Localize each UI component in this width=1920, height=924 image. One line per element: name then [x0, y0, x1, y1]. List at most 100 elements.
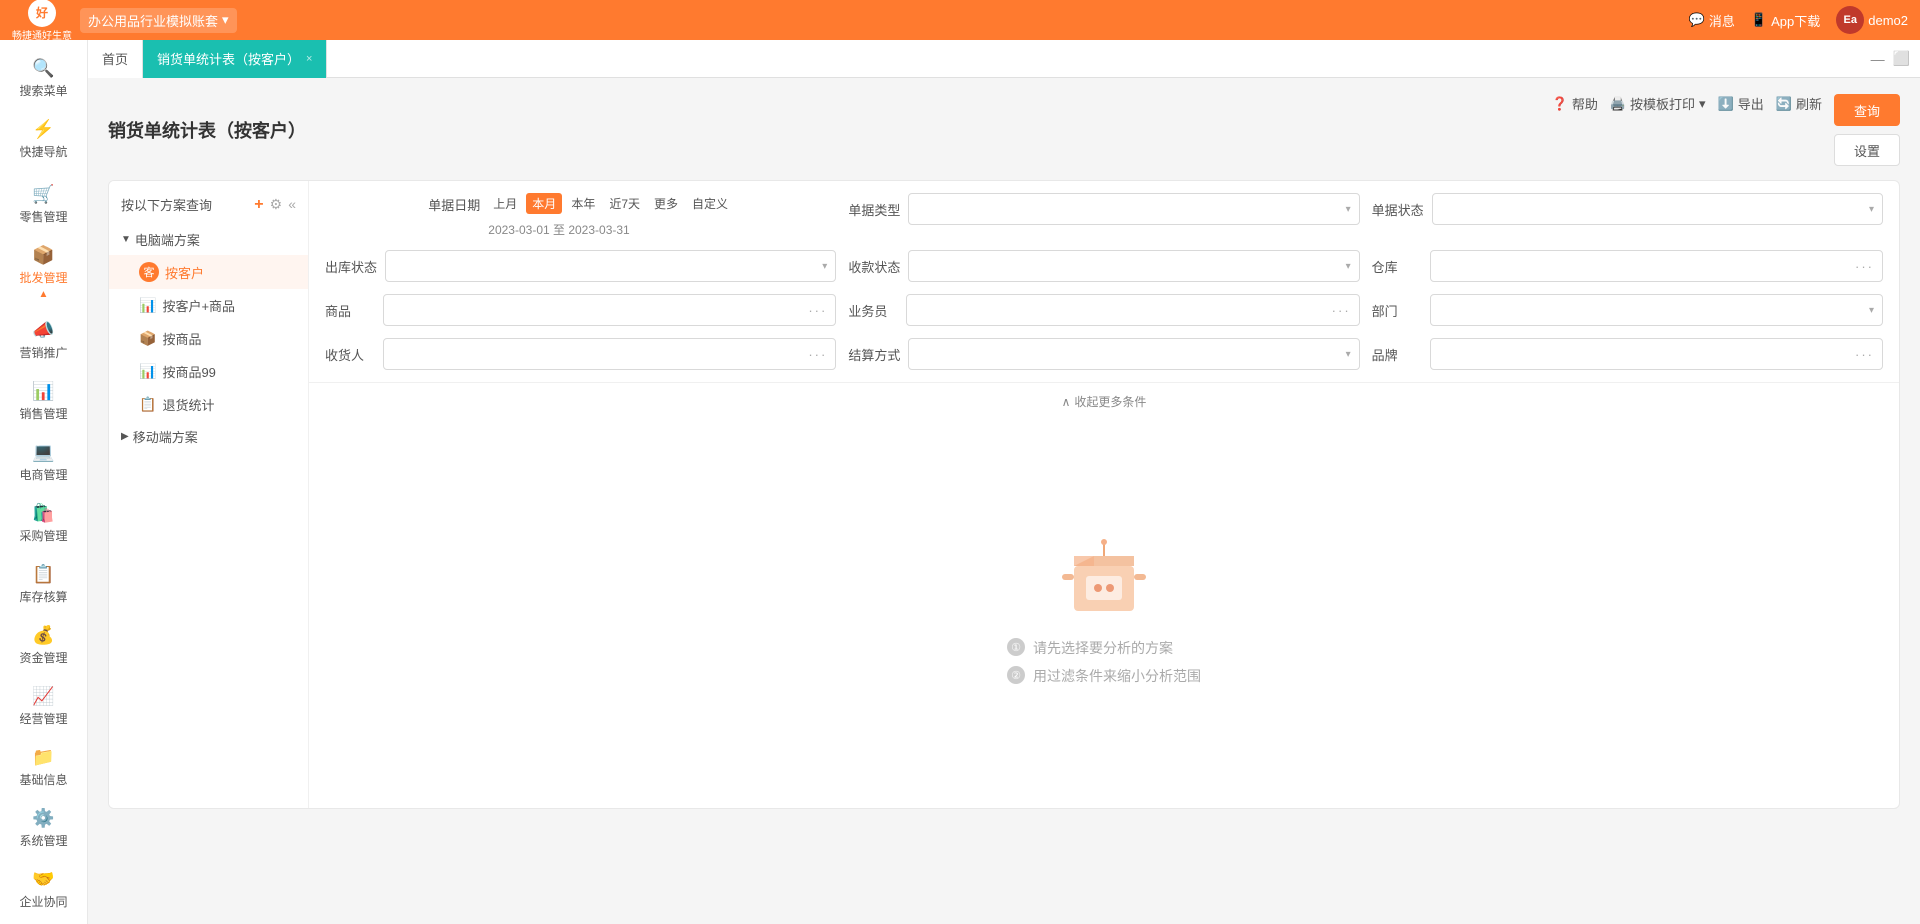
- refresh-button[interactable]: 🔄 刷新: [1776, 94, 1822, 113]
- sidebar-item-search-label: 搜索菜单: [19, 82, 67, 99]
- payment-select[interactable]: ▾: [908, 338, 1359, 370]
- basic-info-icon: 📁: [32, 747, 54, 768]
- doc-status-select[interactable]: ▾: [1432, 193, 1883, 225]
- empty-hints: ① 请先选择要分析的方案 ② 用过滤条件来缩小分析范围: [1007, 638, 1201, 686]
- minimize-icon[interactable]: —: [1871, 51, 1885, 67]
- date-tab-custom[interactable]: 自定义: [687, 193, 733, 214]
- sidebar-item-guide[interactable]: 🎯 新手引导: [0, 920, 87, 924]
- sidebar-item-ecommerce[interactable]: 💻 电商管理: [0, 432, 87, 493]
- expand-icon[interactable]: ⬜: [1893, 50, 1910, 67]
- sidebar-item-finance[interactable]: 💰 资金管理: [0, 615, 87, 676]
- purchase-icon: 🛍️: [32, 503, 54, 524]
- date-range: 2023-03-01 至 2023-03-31: [488, 221, 733, 238]
- staff-select[interactable]: ···: [906, 294, 1359, 326]
- empty-hint-1: ① 请先选择要分析的方案: [1007, 638, 1201, 658]
- export-label: 导出: [1738, 94, 1764, 113]
- avatar: Ea: [1836, 6, 1864, 34]
- goods-dots: ···: [808, 303, 827, 318]
- sidebar-item-cooperation[interactable]: 🤝 企业协同: [0, 859, 87, 920]
- sidebar-item-cooperation-label: 企业协同: [19, 893, 67, 910]
- help-button[interactable]: ❓ 帮助: [1552, 94, 1598, 113]
- export-icon: ⬇️: [1718, 96, 1734, 112]
- settings-button[interactable]: 设置: [1834, 134, 1900, 166]
- out-status-chevron-icon: ▾: [822, 261, 827, 272]
- refresh-icon: 🔄: [1776, 96, 1792, 112]
- sidebar-item-purchase[interactable]: 🛍️ 采购管理: [0, 493, 87, 554]
- empty-illustration: [1044, 526, 1164, 626]
- sidebar-item-wholesale[interactable]: 📦 批发管理 ▲: [0, 235, 87, 310]
- hint-num-2: ②: [1007, 666, 1025, 684]
- recipient-select[interactable]: ···: [383, 338, 836, 370]
- template-print-button[interactable]: 🖨️ 按模板打印 ▾: [1610, 94, 1706, 113]
- goods-select[interactable]: ···: [383, 294, 836, 326]
- scheme-group-desktop-title[interactable]: ▼ 电脑端方案: [109, 224, 308, 255]
- logo: 好 畅捷通好生意: [12, 0, 72, 42]
- help-icon: ❓: [1552, 96, 1568, 112]
- sidebar-item-quick-nav-label: 快捷导航: [19, 143, 67, 160]
- dept-filter-item: 部门 ▾: [1372, 294, 1883, 326]
- finance-icon: 💰: [32, 625, 54, 646]
- sidebar-item-quick-nav[interactable]: ⚡ 快捷导航: [0, 109, 87, 170]
- dept-label: 部门: [1372, 301, 1422, 320]
- sidebar-item-basic-info-label: 基础信息: [19, 771, 67, 788]
- scheme-panel: 按以下方案查询 + ⚙ « ▼ 电脑端方案: [109, 181, 309, 808]
- scheme-item-by-goods99[interactable]: 📊 按商品99: [109, 355, 308, 388]
- sidebar-item-operations[interactable]: 📈 经营管理: [0, 676, 87, 737]
- sidebar-item-search[interactable]: 🔍 搜索菜单: [0, 48, 87, 109]
- page-title: 销货单统计表（按客户）: [108, 117, 306, 143]
- date-tab-this-month[interactable]: 本月: [526, 193, 562, 214]
- scheme-item-return-stats[interactable]: 📋 退货统计: [109, 388, 308, 421]
- message-icon: 💬: [1689, 12, 1705, 28]
- sidebar-item-sales[interactable]: 📊 销售管理: [0, 371, 87, 432]
- app-download-button[interactable]: 📱 App下载: [1751, 11, 1820, 30]
- date-tab-more[interactable]: 更多: [649, 193, 683, 214]
- sidebar: 🔍 搜索菜单 ⚡ 快捷导航 🛒 零售管理 📦 批发管理 ▲ 📣 营销推广: [0, 40, 88, 924]
- inventory-icon: 📋: [32, 564, 54, 585]
- user-menu[interactable]: Ea demo2: [1836, 6, 1908, 34]
- brand-select[interactable]: ···: [1430, 338, 1883, 370]
- date-tab-7days[interactable]: 近7天: [604, 193, 645, 214]
- customer-goods-icon: 📊: [139, 297, 156, 314]
- sidebar-item-marketing[interactable]: 📣 营销推广: [0, 310, 87, 371]
- sidebar-item-basic-info[interactable]: 📁 基础信息: [0, 737, 87, 798]
- receive-status-chevron-icon: ▾: [1346, 261, 1351, 272]
- receive-status-select[interactable]: ▾: [908, 250, 1359, 282]
- tab-home[interactable]: 首页: [88, 40, 143, 78]
- scheme-item-by-goods[interactable]: 📦 按商品: [109, 322, 308, 355]
- scheme-group-mobile-title[interactable]: ▶ 移动端方案: [109, 421, 308, 452]
- dept-select[interactable]: ▾: [1430, 294, 1883, 326]
- sidebar-item-inventory[interactable]: 📋 库存核算: [0, 554, 87, 615]
- date-filter-item: 单据日期 上月 本月 本年 近7天 更多 自定义: [325, 193, 836, 238]
- sidebar-item-sales-label: 销售管理: [19, 405, 67, 422]
- system-icon: ⚙️: [32, 808, 54, 829]
- sidebar-item-retail[interactable]: 🛒 零售管理: [0, 174, 87, 235]
- scheme-item-customer-goods[interactable]: 📊 按客户+商品: [109, 289, 308, 322]
- collapse-button[interactable]: ∧ 收起更多条件: [1056, 387, 1153, 416]
- template-print-label: 按模板打印: [1630, 94, 1695, 113]
- tab-report-label: 销货单统计表（按客户）: [157, 49, 300, 68]
- sidebar-item-wholesale-label: 批发管理: [19, 269, 67, 286]
- tab-report[interactable]: 销货单统计表（按客户） ×: [143, 40, 327, 78]
- date-tab-last-month[interactable]: 上月: [488, 193, 522, 214]
- staff-dots: ···: [1332, 303, 1351, 318]
- query-button[interactable]: 查询: [1834, 94, 1900, 126]
- scheme-collapse-icon[interactable]: «: [288, 196, 296, 214]
- doc-type-select[interactable]: ▾: [908, 193, 1359, 225]
- app-title-select[interactable]: 办公用品行业模拟账套 ▾: [80, 8, 237, 33]
- scheme-settings-icon[interactable]: ⚙: [270, 196, 283, 214]
- scheme-add-icon[interactable]: +: [254, 196, 263, 214]
- message-button[interactable]: 💬 消息: [1689, 11, 1735, 30]
- scheme-item-by-customer[interactable]: 客 按客户: [109, 255, 308, 289]
- tab-close-icon[interactable]: ×: [306, 53, 312, 65]
- payment-filter-item: 结算方式 ▾: [848, 338, 1359, 370]
- warehouse-select[interactable]: ···: [1430, 250, 1883, 282]
- scheme-panel-title: 按以下方案查询: [121, 195, 212, 214]
- date-tab-this-year[interactable]: 本年: [566, 193, 600, 214]
- out-status-select[interactable]: ▾: [385, 250, 836, 282]
- sidebar-item-system[interactable]: ⚙️ 系统管理: [0, 798, 87, 859]
- brand-label: 品牌: [1372, 345, 1422, 364]
- empty-hint-2-text: 用过滤条件来缩小分析范围: [1033, 666, 1201, 686]
- sidebar-item-marketing-label: 营销推广: [19, 344, 67, 361]
- export-button[interactable]: ⬇️ 导出: [1718, 94, 1764, 113]
- chevron-down-icon: ▾: [222, 12, 229, 28]
